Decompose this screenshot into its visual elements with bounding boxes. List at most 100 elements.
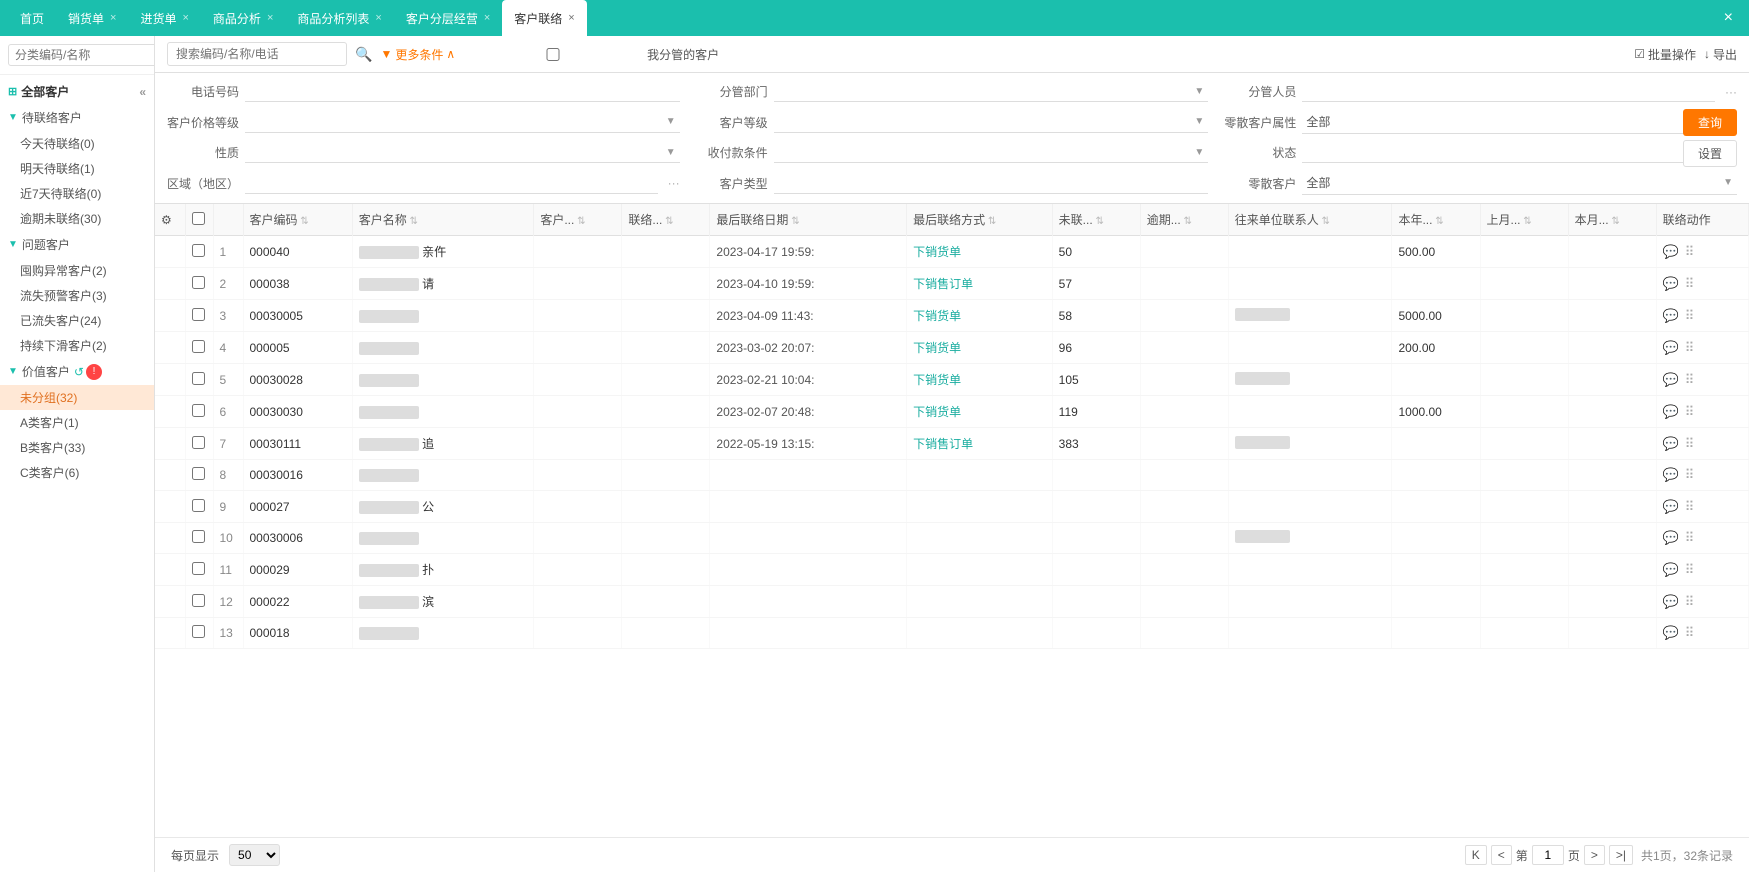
dept-select[interactable]: ▼ [774, 81, 1209, 102]
message-action-icon[interactable]: 💬 [1663, 308, 1679, 324]
last-month-col-header[interactable]: 上月... [1480, 204, 1568, 236]
select-all-checkbox[interactable] [192, 212, 205, 225]
refresh-icon[interactable]: ↺ [74, 365, 84, 379]
overdue-col-header[interactable]: 逾期... [1140, 204, 1228, 236]
tab-sales[interactable]: 销货单 × [56, 0, 128, 36]
sidebar-item-tomorrow-pending[interactable]: 明天待联络(1) [0, 156, 154, 181]
company-contact-col-header[interactable]: 往来单位联系人 [1228, 204, 1392, 236]
row-checkbox[interactable] [192, 404, 205, 417]
last-method-col-header[interactable]: 最后联络方式 [907, 204, 1053, 236]
code-col-header[interactable]: 客户编码 [243, 204, 352, 236]
region-more-icon[interactable]: ··· [668, 176, 680, 190]
row-checkbox[interactable] [192, 372, 205, 385]
sidebar-item-class-a[interactable]: A类客户(1) [0, 410, 154, 435]
payment-select[interactable]: ▼ [774, 142, 1209, 163]
more-action-icon[interactable]: ⠿ [1685, 244, 1695, 260]
tab-home[interactable]: 首页 [8, 0, 56, 36]
row-checkbox[interactable] [192, 562, 205, 575]
export-button[interactable]: ↓ 导出 [1704, 46, 1737, 63]
more-action-icon[interactable]: ⠿ [1685, 625, 1695, 641]
problem-group[interactable]: ▼ 问题客户 [0, 231, 154, 258]
message-action-icon[interactable]: 💬 [1663, 499, 1679, 515]
more-action-icon[interactable]: ⠿ [1685, 308, 1695, 324]
contact-method-link[interactable]: 下销货单 [913, 309, 961, 323]
row-checkbox[interactable] [192, 436, 205, 449]
contact-method-link[interactable]: 下销货单 [913, 373, 961, 387]
value-group[interactable]: ▼ 价值客户 ↺ ! [0, 358, 154, 385]
contact-method-link[interactable]: 下销货单 [913, 341, 961, 355]
close-sales-tab[interactable]: × [110, 12, 116, 24]
more-action-icon[interactable]: ⠿ [1685, 436, 1695, 452]
close-all-tabs[interactable]: × [1716, 9, 1741, 27]
sidebar-item-ungrouped[interactable]: 未分组(32) [0, 385, 154, 410]
tab-product-analysis-list[interactable]: 商品分析列表 × [285, 0, 393, 36]
no-contact-col-header[interactable]: 未联... [1052, 204, 1140, 236]
close-customer-contact-tab[interactable]: × [568, 12, 574, 24]
sidebar-item-churned[interactable]: 已流失客户(24) [0, 308, 154, 333]
message-action-icon[interactable]: 💬 [1663, 562, 1679, 578]
sidebar-item-class-c[interactable]: C类客户(6) [0, 460, 154, 485]
last-page-btn[interactable]: >| [1609, 845, 1633, 865]
customer-grade-select[interactable]: ▼ [774, 112, 1209, 133]
row-checkbox[interactable] [192, 340, 205, 353]
tab-customer-contact[interactable]: 客户联络 × [502, 0, 586, 36]
sidebar-item-declining[interactable]: 持续下滑客户(2) [0, 333, 154, 358]
message-action-icon[interactable]: 💬 [1663, 404, 1679, 420]
row-checkbox[interactable] [192, 499, 205, 512]
reset-button-adv[interactable]: 设置 [1683, 140, 1737, 167]
more-action-icon[interactable]: ⠿ [1685, 594, 1695, 610]
more-action-icon[interactable]: ⠿ [1685, 404, 1695, 420]
collapse-sidebar-icon[interactable]: « [139, 85, 146, 99]
more-action-icon[interactable]: ⠿ [1685, 372, 1695, 388]
message-action-icon[interactable]: 💬 [1663, 625, 1679, 641]
last-date-col-header[interactable]: 最后联络日期 [710, 204, 907, 236]
close-product-analysis-tab[interactable]: × [267, 12, 273, 24]
more-action-icon[interactable]: ⠿ [1685, 340, 1695, 356]
phone-input[interactable] [245, 81, 680, 102]
page-size-select[interactable]: 50 100 200 [229, 844, 280, 866]
tab-purchase[interactable]: 进货单 × [128, 0, 200, 36]
search-input[interactable] [167, 42, 347, 66]
this-month-col-header[interactable]: 本月... [1568, 204, 1656, 236]
sidebar-item-class-b[interactable]: B类客户(33) [0, 435, 154, 460]
name-col-header[interactable]: 客户名称 [352, 204, 534, 236]
row-checkbox[interactable] [192, 467, 205, 480]
row-checkbox[interactable] [192, 530, 205, 543]
message-action-icon[interactable]: 💬 [1663, 436, 1679, 452]
message-action-icon[interactable]: 💬 [1663, 244, 1679, 260]
person-more-icon[interactable]: ··· [1725, 85, 1737, 99]
contact-method-link[interactable]: 下销货单 [913, 245, 961, 259]
status-select[interactable]: ▼ [1302, 142, 1737, 163]
close-product-list-tab[interactable]: × [375, 12, 381, 24]
retail-attr-select[interactable]: 全部 ▼ [1302, 110, 1737, 134]
row-checkbox[interactable] [192, 594, 205, 607]
sidebar-item-abnormal[interactable]: 囤购异常客户(2) [0, 258, 154, 283]
customer-type-select[interactable] [774, 173, 1209, 194]
settings-col-header[interactable]: ⚙ [155, 204, 185, 236]
sidebar-item-7days-pending[interactable]: 近7天待联络(0) [0, 181, 154, 206]
more-action-icon[interactable]: ⠿ [1685, 499, 1695, 515]
sidebar-item-churn-warning[interactable]: 流失预警客户(3) [0, 283, 154, 308]
message-action-icon[interactable]: 💬 [1663, 594, 1679, 610]
contact-method-link[interactable]: 下销售订单 [913, 277, 973, 291]
message-action-icon[interactable]: 💬 [1663, 467, 1679, 483]
more-action-icon[interactable]: ⠿ [1685, 467, 1695, 483]
contact-method-link[interactable]: 下销售订单 [913, 437, 973, 451]
row-checkbox[interactable] [192, 244, 205, 257]
prev-page-btn[interactable]: < [1491, 845, 1512, 865]
close-customer-ops-tab[interactable]: × [484, 12, 490, 24]
sidebar-item-overdue-pending[interactable]: 逾期未联络(30) [0, 206, 154, 231]
contact-col-header[interactable]: 联络... [622, 204, 710, 236]
contact-method-link[interactable]: 下销货单 [913, 405, 961, 419]
tab-product-analysis[interactable]: 商品分析 × [201, 0, 285, 36]
batch-ops-button[interactable]: ☑ 批量操作 [1634, 46, 1696, 63]
this-year-col-header[interactable]: 本年... [1392, 204, 1480, 236]
person-input[interactable] [1302, 81, 1715, 102]
my-customers-checkbox[interactable] [463, 48, 643, 61]
first-page-btn[interactable]: K [1465, 845, 1487, 865]
gender-select[interactable]: ▼ [245, 142, 680, 163]
more-action-icon[interactable]: ⠿ [1685, 276, 1695, 292]
more-action-icon[interactable]: ⠿ [1685, 530, 1695, 546]
page-input[interactable] [1532, 845, 1564, 865]
retail-customer-select[interactable]: 全部 ▼ [1302, 171, 1737, 195]
